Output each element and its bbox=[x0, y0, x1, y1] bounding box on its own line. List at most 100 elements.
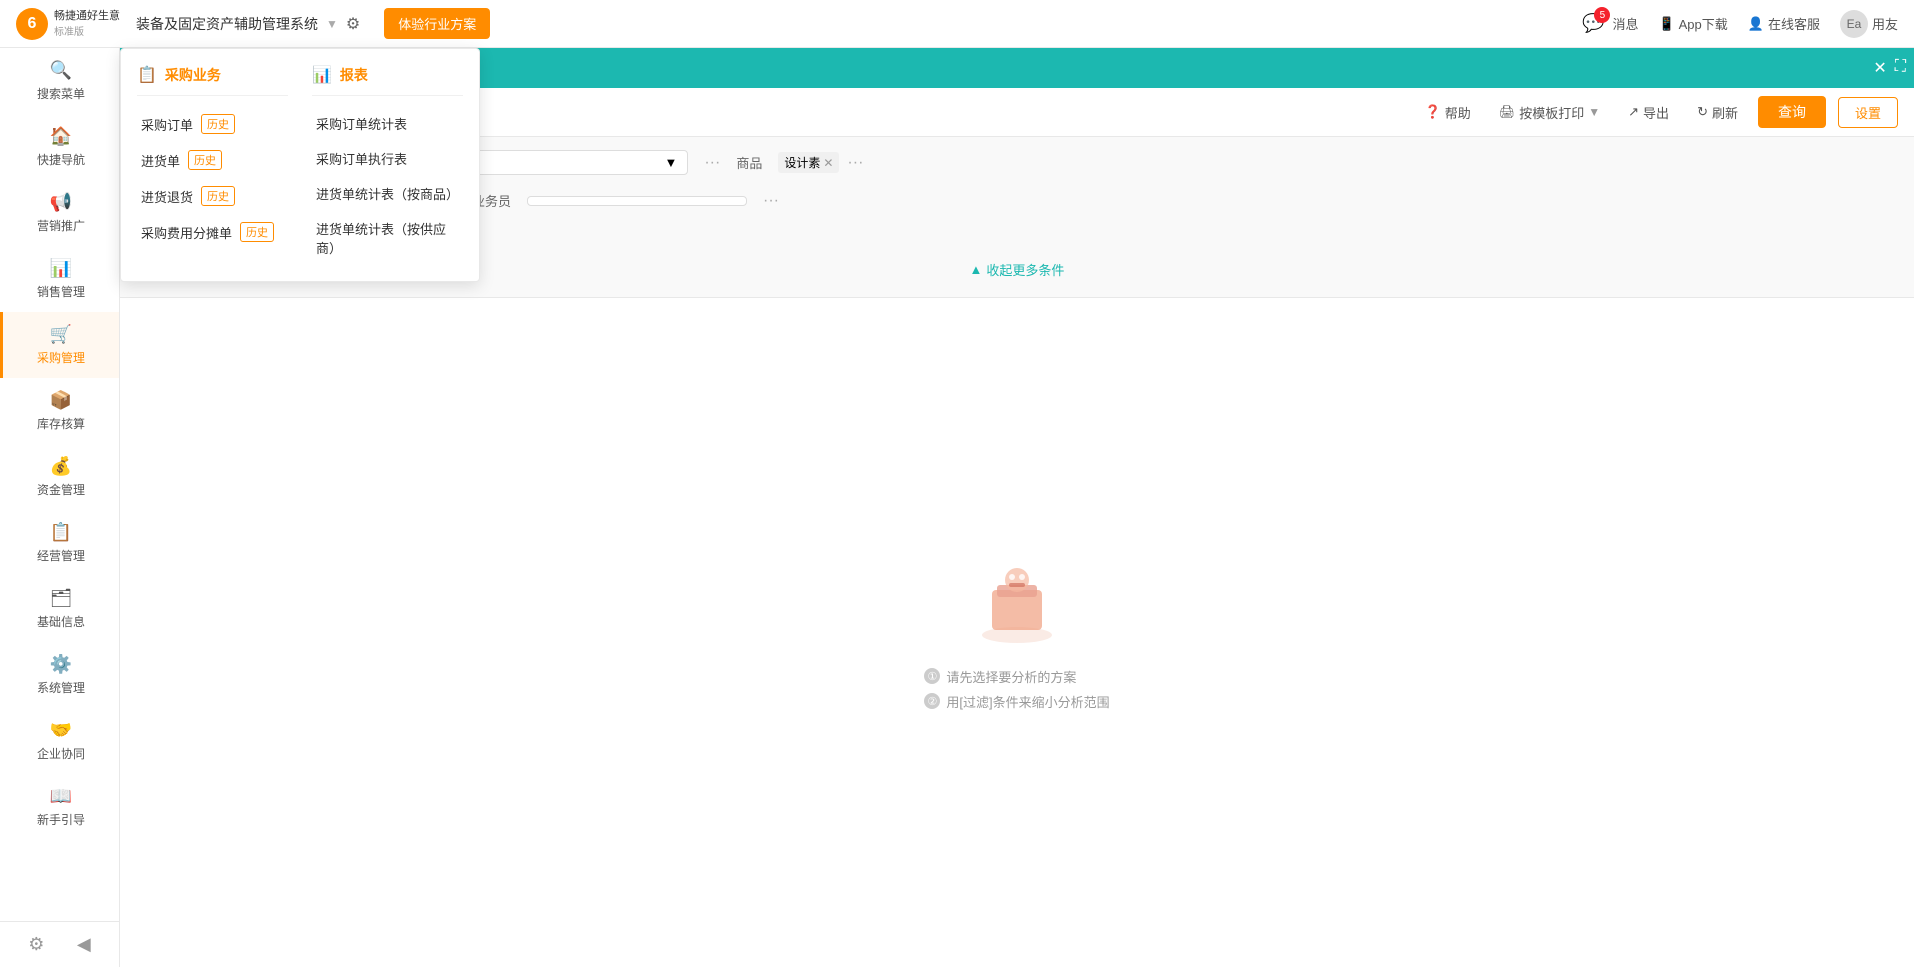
username-label: 用友 bbox=[1872, 14, 1898, 33]
print-btn[interactable]: 🖨 按模板打印 ▼ bbox=[1491, 99, 1608, 126]
sidebar-item-finance[interactable]: 💰 资金管理 bbox=[0, 444, 119, 510]
collapse-label: 收起更多条件 bbox=[986, 260, 1064, 279]
sidebar-item-basic-info[interactable]: 🗂 基础信息 bbox=[0, 576, 119, 642]
report-2-label: 采购订单执行表 bbox=[316, 149, 407, 168]
empty-step-1: ① 请先选择要分析的方案 bbox=[924, 667, 1109, 686]
dropdown-col-report: 📊 报表 采购订单统计表 采购订单执行表 进货单统计表（按商品） 进货单统计表（… bbox=[312, 65, 463, 265]
logo-text: 畅捷通好生意 bbox=[54, 9, 120, 23]
sidebar-item-system[interactable]: ⚙️ 系统管理 bbox=[0, 642, 119, 708]
step-1-num: ① bbox=[924, 668, 940, 684]
service-icon: 👤 bbox=[1748, 16, 1764, 32]
purchase-return-label: 进货退货 bbox=[141, 187, 193, 206]
home-icon: 🏠 bbox=[50, 126, 72, 147]
purchase-return-badge: 历史 bbox=[201, 186, 235, 206]
sidebar-label-marketing: 营销推广 bbox=[37, 217, 85, 234]
sidebar-collapse-icon[interactable]: ◀ bbox=[77, 934, 91, 955]
empty-state: ① 请先选择要分析的方案 ② 用[过滤]条件来缩小分析范围 bbox=[924, 555, 1109, 711]
sidebar-label-enterprise: 企业协同 bbox=[37, 745, 85, 762]
goods-tag: 设计素 ✕ bbox=[778, 152, 839, 173]
cart-icon: 🛒 bbox=[50, 324, 72, 345]
tab-maximize-icon[interactable]: ⛶ bbox=[1895, 58, 1906, 78]
system-title: 装备及固定资产辅助管理系统 bbox=[136, 14, 318, 34]
app-download-label: App下载 bbox=[1679, 14, 1728, 33]
print-chevron-icon[interactable]: ▼ bbox=[1588, 105, 1600, 119]
industry-btn[interactable]: 体验行业方案 bbox=[384, 8, 490, 39]
refresh-btn[interactable]: ↻ 刷新 bbox=[1689, 99, 1746, 126]
tab-close-all-icon[interactable]: ✕ bbox=[1873, 58, 1886, 78]
notification-btn[interactable]: 💬 5 消息 bbox=[1582, 13, 1638, 34]
dropdown-col-purchase: 📋 采购业务 采购订单 历史 进货单 历史 进货退货 历史 采购费用分摊单 历史 bbox=[137, 65, 288, 265]
status-select[interactable]: ▼ bbox=[468, 150, 688, 175]
salesman-select[interactable] bbox=[527, 196, 747, 206]
help-btn[interactable]: ❓ 帮助 bbox=[1417, 99, 1479, 126]
empty-text: ① 请先选择要分析的方案 ② 用[过滤]条件来缩小分析范围 bbox=[924, 667, 1109, 711]
sidebar-label-operations: 经营管理 bbox=[37, 547, 85, 564]
goods-tag-close[interactable]: ✕ bbox=[823, 156, 833, 170]
sidebar-item-sales[interactable]: 📊 销售管理 bbox=[0, 246, 119, 312]
sidebar-label-system: 系统管理 bbox=[37, 679, 85, 696]
dropdown-item-purchase-return[interactable]: 进货退货 历史 bbox=[137, 178, 288, 214]
help-icon: ❓ bbox=[1425, 104, 1441, 120]
sidebar-item-quick-nav[interactable]: 🏠 快捷导航 bbox=[0, 114, 119, 180]
report-col-title: 报表 bbox=[340, 65, 368, 85]
dropdown-item-report-2[interactable]: 采购订单执行表 bbox=[312, 141, 463, 176]
purchase-order-badge: 历史 bbox=[201, 114, 235, 134]
user-area[interactable]: Ea 用友 bbox=[1840, 10, 1898, 38]
empty-step-2: ② 用[过滤]条件来缩小分析范围 bbox=[924, 692, 1109, 711]
settings-icon[interactable]: ⚙ bbox=[346, 14, 360, 34]
settings-btn[interactable]: 设置 bbox=[1838, 97, 1898, 128]
logo-badge: 标准版 bbox=[54, 23, 120, 38]
dropdown-item-report-3[interactable]: 进货单统计表（按商品） bbox=[312, 176, 463, 211]
dropdown-item-purchase-receipt[interactable]: 进货单 历史 bbox=[137, 142, 288, 178]
dropdown-item-purchase-expense[interactable]: 采购费用分摊单 历史 bbox=[137, 214, 288, 250]
msg-label: 消息 bbox=[1612, 14, 1638, 33]
sidebar-item-beginner[interactable]: 📖 新手引导 bbox=[0, 774, 119, 840]
logo-icon: 6 bbox=[16, 8, 48, 40]
sidebar-label-inventory: 库存核算 bbox=[37, 415, 85, 432]
print-label: 按模板打印 bbox=[1519, 103, 1584, 122]
refresh-icon: ↻ bbox=[1697, 104, 1708, 120]
purchase-receipt-label: 进货单 bbox=[141, 151, 180, 170]
online-service-btn[interactable]: 👤 在线客服 bbox=[1748, 14, 1820, 33]
query-btn[interactable]: 查询 bbox=[1758, 96, 1826, 128]
export-btn[interactable]: ↗ 导出 bbox=[1620, 99, 1677, 126]
online-service-label: 在线客服 bbox=[1768, 14, 1820, 33]
megaphone-icon: 📢 bbox=[50, 192, 72, 213]
notification-icon-wrapper: 💬 5 bbox=[1582, 13, 1604, 34]
system-chevron-icon[interactable]: ▼ bbox=[326, 17, 338, 31]
report-col-icon: 📊 bbox=[312, 65, 332, 85]
book-icon: 📖 bbox=[50, 786, 72, 807]
step-2-num: ② bbox=[924, 693, 940, 709]
tab-bar-right: ✕ ⛶ bbox=[1873, 58, 1906, 78]
avatar: Ea bbox=[1840, 10, 1868, 38]
dropdown-menu: 📋 采购业务 采购订单 历史 进货单 历史 进货退货 历史 采购费用分摊单 历史 bbox=[120, 48, 480, 282]
main-content: ① 请先选择要分析的方案 ② 用[过滤]条件来缩小分析范围 bbox=[120, 298, 1914, 967]
sidebar-item-purchase[interactable]: 🛒 采购管理 bbox=[0, 312, 119, 378]
status-filter-dots[interactable]: ··· bbox=[704, 154, 720, 172]
salesman-dots[interactable]: ··· bbox=[763, 192, 779, 210]
sidebar-item-enterprise[interactable]: 🤝 企业协同 bbox=[0, 708, 119, 774]
sidebar-item-search[interactable]: 🔍 搜索菜单 bbox=[0, 48, 119, 114]
sidebar-item-inventory[interactable]: 📦 库存核算 bbox=[0, 378, 119, 444]
report-4-label: 进货单统计表（按供应商） bbox=[316, 219, 459, 257]
sidebar-bottom: ⚙ ◀ bbox=[0, 921, 119, 967]
sidebar-item-marketing[interactable]: 📢 营销推广 bbox=[0, 180, 119, 246]
folder-icon: 🗂 bbox=[50, 588, 73, 609]
export-label: 导出 bbox=[1643, 103, 1669, 122]
header: 6 畅捷通好生意 标准版 装备及固定资产辅助管理系统 ▼ ⚙ 体验行业方案 💬 … bbox=[0, 0, 1914, 48]
export-icon: ↗ bbox=[1628, 104, 1639, 120]
dropdown-item-purchase-order[interactable]: 采购订单 历史 bbox=[137, 106, 288, 142]
purchase-col-icon: 📋 bbox=[137, 65, 157, 85]
sidebar-label-basic-info: 基础信息 bbox=[37, 613, 85, 630]
help-label: 帮助 bbox=[1445, 103, 1471, 122]
goods-filter-dots[interactable]: ··· bbox=[847, 154, 863, 172]
dropdown-item-report-1[interactable]: 采购订单统计表 bbox=[312, 106, 463, 141]
purchase-col-title: 采购业务 bbox=[165, 65, 221, 85]
dropdown-item-report-4[interactable]: 进货单统计表（按供应商） bbox=[312, 211, 463, 265]
sidebar-label-search: 搜索菜单 bbox=[37, 85, 85, 102]
app-download-btn[interactable]: 📱 App下载 bbox=[1658, 14, 1727, 33]
sidebar-settings-icon[interactable]: ⚙ bbox=[28, 934, 44, 955]
refresh-label: 刷新 bbox=[1712, 103, 1738, 122]
header-system: 装备及固定资产辅助管理系统 ▼ ⚙ 体验行业方案 bbox=[136, 8, 1582, 39]
sidebar-item-operations[interactable]: 📋 经营管理 bbox=[0, 510, 119, 576]
